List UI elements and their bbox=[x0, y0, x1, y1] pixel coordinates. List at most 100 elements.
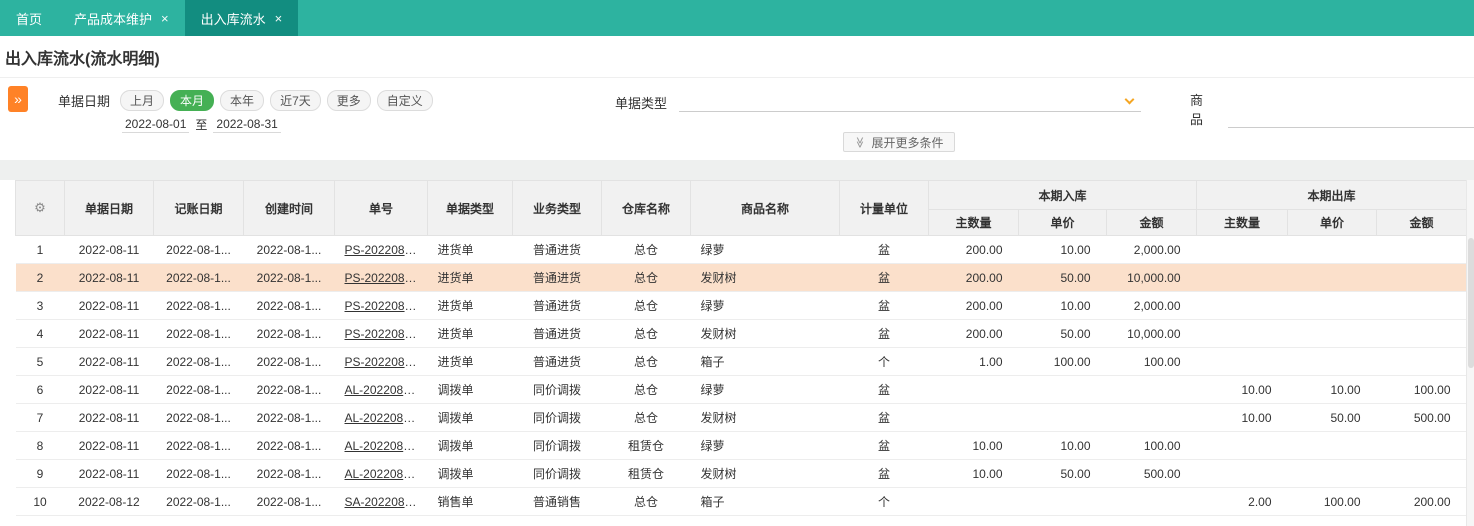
quick-date-this-year[interactable]: 本年 bbox=[220, 90, 265, 111]
cell-biz-type: 普通进货 bbox=[512, 263, 602, 292]
doc-no-link[interactable]: PS-20220811-0... bbox=[345, 355, 428, 369]
table-row[interactable]: 6 2022-08-11 2022-08-1... 2022-08-1... AL-20… bbox=[15, 375, 1467, 404]
cell-biz-type: 同价调拨 bbox=[512, 459, 602, 488]
table-row[interactable]: 10 2022-08-12 2022-08-1... 2022-08-1... SA-2… bbox=[15, 487, 1467, 516]
cell-doc-type: 进货单 bbox=[427, 291, 513, 320]
product-label: 商品 bbox=[1190, 93, 1204, 127]
cell-out-qty bbox=[1196, 431, 1288, 460]
cell-out-price bbox=[1287, 347, 1377, 376]
cell-product: 发财树 bbox=[690, 319, 840, 348]
col-header-warehouse[interactable]: 仓库名称 bbox=[601, 180, 691, 236]
cell-row-index: 10 bbox=[15, 487, 65, 516]
cell-unit: 盆 bbox=[839, 319, 929, 348]
col-header-doc-type[interactable]: 单据类型 bbox=[427, 180, 513, 236]
date-filter-row: 单据日期 上月 本月 本年 近7天 更多 自定义 bbox=[58, 90, 433, 111]
close-icon[interactable]: × bbox=[161, 12, 169, 25]
cell-out-amount bbox=[1376, 347, 1467, 376]
tab-home[interactable]: 首页 bbox=[0, 0, 58, 36]
col-header-out-price[interactable]: 单价 bbox=[1287, 209, 1378, 236]
doc-no-link[interactable]: PS-20220811-0... bbox=[345, 327, 428, 341]
table-row[interactable]: 2 2022-08-11 2022-08-1... 2022-08-1... PS-20… bbox=[15, 263, 1467, 292]
doc-no-link[interactable]: AL-20220811-0... bbox=[345, 383, 428, 397]
cell-in-price: 10.00 bbox=[1018, 235, 1107, 264]
cell-doc-no: SA-20220812-0... bbox=[334, 487, 428, 516]
doc-no-link[interactable]: PS-20220811-0... bbox=[345, 271, 428, 285]
sidebar-expander-button[interactable]: » bbox=[8, 86, 28, 112]
cell-doc-no: AL-20220811-0... bbox=[334, 431, 428, 460]
table-row[interactable]: 7 2022-08-11 2022-08-1... 2022-08-1... AL-20… bbox=[15, 403, 1467, 432]
doc-no-link[interactable]: PS-20220811-0... bbox=[345, 299, 428, 313]
col-header-biz-type[interactable]: 业务类型 bbox=[512, 180, 602, 236]
col-header-in-amount[interactable]: 金额 bbox=[1105, 209, 1198, 236]
col-header-unit[interactable]: 计量单位 bbox=[839, 180, 929, 236]
cell-out-amount bbox=[1376, 235, 1467, 264]
cell-in-qty: 200.00 bbox=[928, 235, 1019, 264]
filter-panel: » 单据日期 上月 本月 本年 近7天 更多 自定义 2022-08-01 至 … bbox=[0, 78, 1474, 160]
cell-in-price: 50.00 bbox=[1018, 263, 1107, 292]
cell-in-qty bbox=[928, 403, 1019, 432]
quick-date-last-7-days[interactable]: 近7天 bbox=[270, 90, 321, 111]
double-arrow-right-icon: » bbox=[14, 91, 22, 107]
table-row[interactable]: 5 2022-08-11 2022-08-1... 2022-08-1... PS-20… bbox=[15, 347, 1467, 376]
gear-icon[interactable]: ⚙ bbox=[34, 201, 46, 216]
cell-out-qty bbox=[1196, 291, 1288, 320]
quick-date-last-month[interactable]: 上月 bbox=[120, 90, 165, 111]
cell-in-price: 10.00 bbox=[1018, 291, 1107, 320]
cell-create-time: 2022-08-1... bbox=[243, 319, 335, 348]
doc-type-select[interactable] bbox=[679, 90, 1142, 112]
cell-row-index: 8 bbox=[15, 431, 65, 460]
col-header-create-time[interactable]: 创建时间 bbox=[243, 180, 335, 236]
quick-date-this-month[interactable]: 本月 bbox=[170, 90, 215, 111]
cell-doc-type: 进货单 bbox=[427, 319, 513, 348]
cell-product: 绿萝 bbox=[690, 431, 840, 460]
cell-doc-type: 进货单 bbox=[427, 347, 513, 376]
table-row[interactable]: 8 2022-08-11 2022-08-1... 2022-08-1... AL-20… bbox=[15, 431, 1467, 460]
table-row[interactable]: 9 2022-08-11 2022-08-1... 2022-08-1... AL-20… bbox=[15, 459, 1467, 488]
quick-date-custom[interactable]: 自定义 bbox=[376, 90, 433, 111]
close-icon[interactable]: × bbox=[275, 12, 283, 25]
cell-warehouse: 总仓 bbox=[601, 263, 691, 292]
doc-no-link[interactable]: AL-20220811-0... bbox=[345, 411, 428, 425]
col-header-out-qty[interactable]: 主数量 bbox=[1196, 209, 1289, 236]
col-header-in-price[interactable]: 单价 bbox=[1018, 209, 1107, 236]
table-row[interactable]: 4 2022-08-11 2022-08-1... 2022-08-1... PS-20… bbox=[15, 319, 1467, 348]
col-header-doc-no[interactable]: 单号 bbox=[334, 180, 428, 236]
col-header-out-amount[interactable]: 金额 bbox=[1376, 209, 1468, 236]
cell-doc-no: AL-20220811-0... bbox=[334, 375, 428, 404]
quick-date-more[interactable]: 更多 bbox=[326, 90, 371, 111]
table-row[interactable]: 3 2022-08-11 2022-08-1... 2022-08-1... PS-20… bbox=[15, 291, 1467, 320]
date-from-input[interactable]: 2022-08-01 bbox=[122, 117, 190, 133]
cell-doc-no: PS-20220811-0... bbox=[334, 347, 428, 376]
data-grid: ⚙ 单据日期 记账日期 创建时间 单号 单据类型 业务类型 仓库名称 商品名称 … bbox=[0, 180, 1474, 526]
tab-inout-flow-label: 出入库流水 bbox=[200, 11, 266, 27]
cell-account-date: 2022-08-1... bbox=[153, 235, 244, 264]
cell-out-amount bbox=[1376, 319, 1467, 348]
tab-inout-flow[interactable]: 出入库流水 × bbox=[184, 0, 299, 36]
cell-doc-date: 2022-08-11 bbox=[64, 319, 154, 348]
date-to-input[interactable]: 2022-08-31 bbox=[213, 117, 281, 133]
cell-warehouse: 总仓 bbox=[601, 319, 691, 348]
doc-no-link[interactable]: AL-20220811-0... bbox=[345, 467, 428, 481]
cell-out-amount: 200.00 bbox=[1376, 487, 1467, 516]
cell-unit: 盆 bbox=[839, 403, 929, 432]
panel-divider bbox=[0, 160, 1474, 180]
doc-no-link[interactable]: PS-20220811-0... bbox=[345, 243, 428, 257]
col-header-in-qty[interactable]: 主数量 bbox=[928, 209, 1019, 236]
cell-out-amount bbox=[1376, 291, 1467, 320]
cell-in-amount bbox=[1106, 375, 1197, 404]
expand-more-button[interactable]: ≫ 展开更多条件 bbox=[843, 132, 955, 152]
vertical-scrollbar[interactable] bbox=[1466, 180, 1474, 526]
cell-doc-no: AL-20220811-0... bbox=[334, 459, 428, 488]
col-header-account-date[interactable]: 记账日期 bbox=[153, 180, 244, 236]
tab-product-cost[interactable]: 产品成本维护 × bbox=[58, 0, 185, 36]
chevron-down-icon bbox=[1124, 94, 1135, 105]
table-row[interactable]: 1 2022-08-11 2022-08-1... 2022-08-1... PS-20… bbox=[15, 235, 1467, 264]
col-header-product[interactable]: 商品名称 bbox=[690, 180, 840, 236]
product-input[interactable] bbox=[1227, 106, 1474, 128]
cell-out-amount: 500.00 bbox=[1376, 403, 1467, 432]
doc-no-link[interactable]: SA-20220812-0... bbox=[345, 495, 428, 509]
scrollbar-thumb[interactable] bbox=[1468, 238, 1474, 368]
col-header-doc-date[interactable]: 单据日期 bbox=[64, 180, 154, 236]
cell-product: 绿萝 bbox=[690, 375, 840, 404]
doc-no-link[interactable]: AL-20220811-0... bbox=[345, 439, 428, 453]
